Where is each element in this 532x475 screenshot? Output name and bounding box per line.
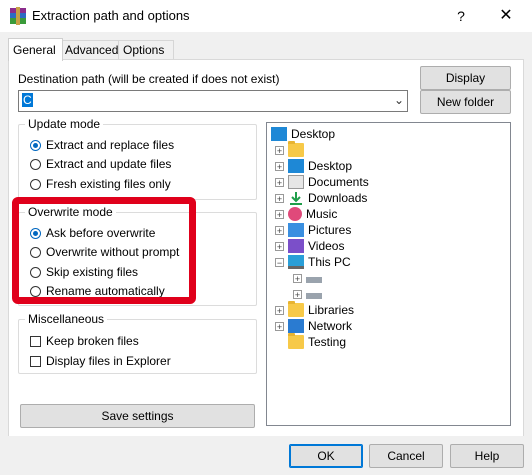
radio-fresh-existing[interactable]: Fresh existing files only bbox=[30, 176, 171, 192]
tree-node-label: Libraries bbox=[308, 303, 355, 317]
tab-advanced[interactable]: Advanced bbox=[60, 40, 122, 60]
miscellaneous-title: Miscellaneous bbox=[25, 312, 108, 326]
desktop-icon bbox=[271, 127, 287, 141]
checkbox-icon[interactable] bbox=[30, 355, 41, 367]
display-button[interactable]: Display bbox=[420, 66, 511, 90]
tree-node-label: Downloads bbox=[308, 191, 368, 205]
folder-icon bbox=[288, 333, 304, 349]
radio-label: Extract and update files bbox=[46, 157, 172, 171]
expand-plus-icon[interactable]: + bbox=[275, 177, 284, 187]
network-icon bbox=[288, 319, 304, 333]
ok-button[interactable]: OK bbox=[289, 444, 363, 468]
window-title: Extraction path and options bbox=[32, 8, 190, 23]
tree-node-videos[interactable]: + Videos bbox=[275, 238, 344, 254]
expand-plus-icon[interactable]: + bbox=[293, 289, 302, 299]
tree-node-folder[interactable]: + bbox=[275, 141, 308, 158]
expand-plus-icon[interactable]: + bbox=[275, 145, 284, 155]
destination-path-label: Destination path (will be created if doe… bbox=[18, 72, 280, 86]
radio-empty-icon[interactable] bbox=[30, 178, 41, 190]
help-button[interactable]: Help bbox=[450, 444, 524, 468]
expand-plus-icon[interactable]: + bbox=[275, 209, 284, 219]
tree-node-label: Testing bbox=[308, 335, 347, 349]
destination-path-value[interactable]: C bbox=[22, 93, 33, 107]
tab-general[interactable]: General bbox=[8, 38, 63, 61]
collapse-minus-icon[interactable]: − bbox=[275, 257, 284, 267]
checkbox-icon[interactable] bbox=[30, 335, 41, 347]
winrar-app-icon bbox=[10, 7, 26, 25]
folder-icon bbox=[288, 141, 304, 157]
tree-node-documents[interactable]: + Documents bbox=[275, 174, 369, 190]
drive-icon bbox=[306, 293, 322, 299]
tree-node-network[interactable]: + Network bbox=[275, 318, 352, 334]
this-pc-icon bbox=[288, 255, 304, 269]
drive-icon bbox=[306, 277, 322, 283]
tree-node-label: Network bbox=[308, 319, 353, 333]
tree-node-libraries[interactable]: + Libraries bbox=[275, 301, 355, 318]
tree-node-downloads[interactable]: + Downloads bbox=[275, 190, 367, 206]
tree-node-pictures[interactable]: + Pictures bbox=[275, 222, 351, 238]
desktop-icon bbox=[288, 159, 304, 173]
checkbox-label: Display files in Explorer bbox=[46, 354, 171, 368]
tree-node-label: Desktop bbox=[308, 159, 353, 173]
close-window-button[interactable]: ✕ bbox=[488, 4, 524, 28]
expand-plus-icon[interactable]: + bbox=[275, 241, 284, 251]
expand-plus-icon[interactable]: + bbox=[275, 225, 284, 235]
save-settings-button[interactable]: Save settings bbox=[20, 404, 255, 428]
chevron-down-icon[interactable]: ⌄ bbox=[394, 93, 404, 107]
checkbox-keep-broken-files[interactable]: Keep broken files bbox=[30, 333, 139, 349]
videos-icon bbox=[288, 239, 304, 253]
tree-node-label: This PC bbox=[308, 255, 351, 269]
radio-extract-update[interactable]: Extract and update files bbox=[30, 156, 171, 172]
tree-node-testing[interactable]: Testing bbox=[275, 333, 347, 350]
checkbox-display-in-explorer[interactable]: Display files in Explorer bbox=[30, 353, 171, 369]
downloads-icon bbox=[290, 192, 302, 205]
new-folder-button[interactable]: New folder bbox=[420, 90, 511, 114]
expand-plus-icon[interactable]: + bbox=[275, 161, 284, 171]
no-expander bbox=[275, 338, 284, 347]
radio-empty-icon[interactable] bbox=[30, 158, 41, 170]
tree-node-label: Videos bbox=[308, 239, 345, 253]
folder-tree[interactable]: Desktop + + Desktop + Documents + Downlo… bbox=[266, 122, 511, 426]
tree-node-label: Pictures bbox=[308, 223, 352, 237]
destination-path-combobox[interactable]: C ⌄ bbox=[18, 90, 408, 112]
tab-options[interactable]: Options bbox=[118, 40, 174, 60]
tree-node-label: Documents bbox=[308, 175, 369, 189]
tree-node-label: Desktop bbox=[291, 127, 336, 141]
tree-node-drive[interactable]: + bbox=[293, 270, 326, 286]
overwrite-mode-highlight bbox=[12, 197, 196, 304]
folder-icon bbox=[288, 301, 304, 317]
radio-label: Fresh existing files only bbox=[46, 177, 171, 191]
cancel-button[interactable]: Cancel bbox=[369, 444, 443, 468]
expand-plus-icon[interactable]: + bbox=[275, 193, 284, 203]
music-icon bbox=[288, 207, 302, 221]
radio-label: Extract and replace files bbox=[46, 138, 175, 152]
tree-node-music[interactable]: + Music bbox=[275, 206, 337, 222]
radio-extract-replace[interactable]: Extract and replace files bbox=[30, 137, 174, 153]
tree-node-drive[interactable]: + bbox=[293, 286, 326, 302]
radio-selected-icon[interactable] bbox=[30, 139, 41, 151]
pictures-icon bbox=[288, 223, 304, 237]
title-bar: Extraction path and options ? ✕ bbox=[0, 0, 532, 32]
documents-icon bbox=[288, 175, 304, 189]
expand-plus-icon[interactable]: + bbox=[275, 321, 284, 331]
help-title-button[interactable]: ? bbox=[445, 4, 477, 28]
expand-plus-icon[interactable]: + bbox=[275, 305, 284, 315]
tree-node-this-pc[interactable]: − This PC bbox=[275, 254, 351, 270]
checkbox-label: Keep broken files bbox=[46, 334, 139, 348]
update-mode-title: Update mode bbox=[25, 117, 104, 131]
expand-plus-icon[interactable]: + bbox=[293, 273, 302, 283]
extraction-dialog: Extraction path and options ? ✕ General … bbox=[0, 0, 532, 475]
tree-node-label: Music bbox=[306, 207, 338, 221]
tree-node-desktop-root[interactable]: Desktop bbox=[271, 126, 335, 142]
tree-node-desktop[interactable]: + Desktop bbox=[275, 158, 352, 174]
